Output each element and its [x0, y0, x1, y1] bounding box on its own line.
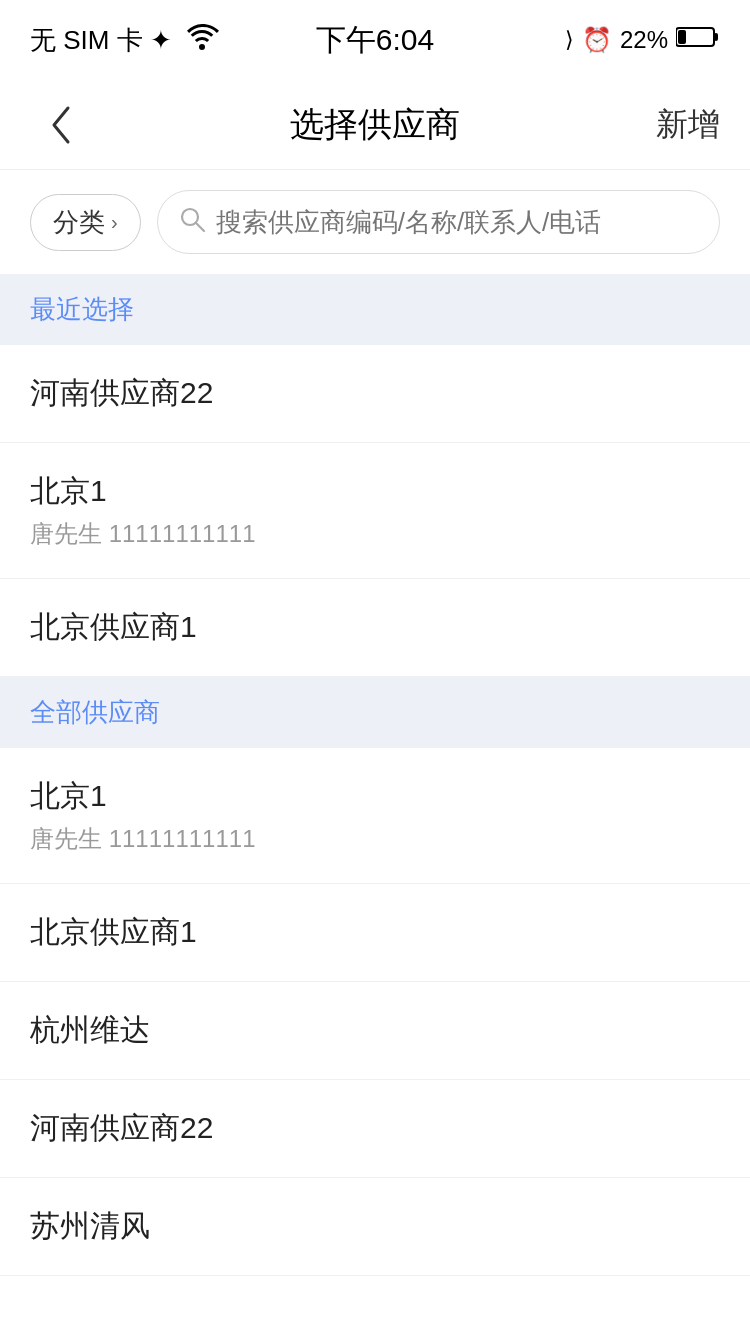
- status-right: ⟩ ⏰ 22%: [565, 26, 720, 54]
- search-box[interactable]: [157, 190, 720, 254]
- chevron-right-icon: ›: [111, 211, 118, 234]
- item-name: 北京供应商1: [30, 912, 720, 953]
- category-button[interactable]: 分类 ›: [30, 194, 141, 251]
- filter-bar: 分类 ›: [0, 170, 750, 274]
- svg-rect-2: [678, 30, 686, 44]
- list-item[interactable]: 苏州清风: [0, 1178, 750, 1276]
- alarm-icon: ⏰: [582, 26, 612, 54]
- page-title: 选择供应商: [290, 102, 460, 148]
- list-item[interactable]: 北京供应商1: [0, 884, 750, 982]
- status-time: 下午6:04: [316, 20, 434, 61]
- list-item[interactable]: 河南供应商22: [0, 345, 750, 443]
- list-item[interactable]: 北京1 唐先生 11111111111: [0, 748, 750, 884]
- all-section-label: 全部供应商: [30, 697, 160, 727]
- battery-percent: 22%: [620, 26, 668, 54]
- item-name: 北京供应商1: [30, 607, 720, 648]
- wifi-icon: [184, 24, 220, 57]
- item-name: 河南供应商22: [30, 1108, 720, 1149]
- status-bar: 无 SIM 卡 ✦ 下午6:04 ⟩ ⏰ 22%: [0, 0, 750, 80]
- search-icon: [178, 205, 206, 240]
- list-item[interactable]: 杭州维达: [0, 982, 750, 1080]
- item-name: 河南供应商22: [30, 373, 720, 414]
- sim-status: 无 SIM 卡 ✦: [30, 23, 172, 58]
- list-item[interactable]: 北京1 唐先生 11111111111: [0, 443, 750, 579]
- item-name: 北京1: [30, 471, 720, 512]
- list-item[interactable]: 北京供应商1: [0, 579, 750, 677]
- recent-section-label: 最近选择: [30, 294, 134, 324]
- recent-items-list: 河南供应商22 北京1 唐先生 11111111111 北京供应商1: [0, 345, 750, 677]
- all-section-header: 全部供应商: [0, 677, 750, 748]
- item-sub: 唐先生 11111111111: [30, 518, 720, 550]
- svg-rect-1: [714, 33, 718, 41]
- back-button[interactable]: [30, 95, 90, 155]
- item-sub: 唐先生 11111111111: [30, 823, 720, 855]
- list-item[interactable]: 河南供应商22: [0, 1080, 750, 1178]
- item-name: 苏州清风: [30, 1206, 720, 1247]
- all-items-list: 北京1 唐先生 11111111111 北京供应商1 杭州维达河南供应商22 苏州清风: [0, 748, 750, 1276]
- category-label: 分类: [53, 205, 105, 240]
- battery-icon: [676, 26, 720, 54]
- status-left: 无 SIM 卡 ✦: [30, 23, 220, 58]
- search-input[interactable]: [216, 207, 699, 238]
- location-icon: ⟩: [565, 27, 574, 53]
- nav-bar: 选择供应商 新增: [0, 80, 750, 170]
- svg-line-4: [196, 223, 204, 231]
- item-name: 杭州维达: [30, 1010, 720, 1051]
- item-name: 北京1: [30, 776, 720, 817]
- recent-section-header: 最近选择: [0, 274, 750, 345]
- add-button[interactable]: 新增: [656, 103, 720, 147]
